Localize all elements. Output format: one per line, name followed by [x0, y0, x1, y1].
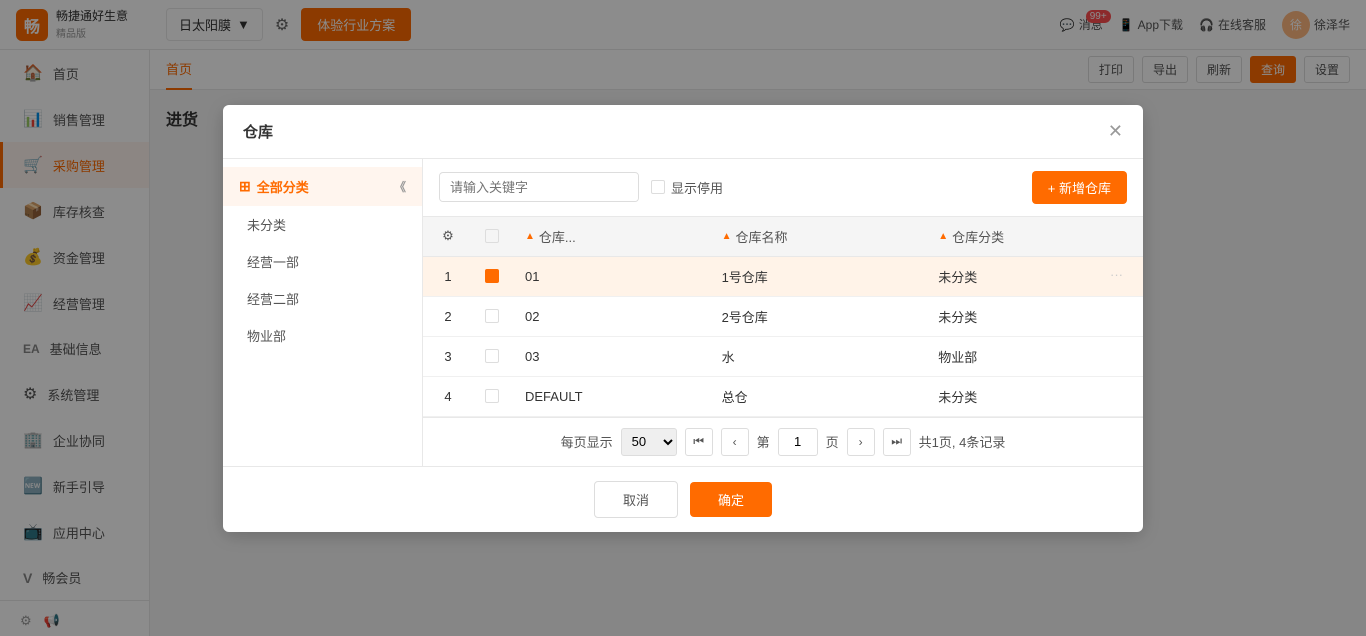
- total-info: 共1页, 4条记录: [919, 432, 1006, 451]
- modal-body: ⊞ 全部分类 《 未分类 经营一部 经营二部 物业部 🔍: [223, 159, 1143, 466]
- modal-footer: 取消 确定: [223, 466, 1143, 532]
- row-name: 水: [710, 336, 927, 376]
- row-code: 02: [513, 296, 710, 336]
- row-checkbox-cell[interactable]: [473, 256, 513, 296]
- sort-icon-cat: ▲: [938, 231, 948, 242]
- show-disabled-label: 显示停用: [671, 178, 723, 197]
- collapse-icon[interactable]: 《: [394, 178, 406, 195]
- modal-overlay: 仓库 ✕ ⊞ 全部分类 《 未分类 经营一部 经营二部 物业部: [0, 0, 1366, 636]
- th-code[interactable]: ▲ 仓库...: [513, 217, 710, 257]
- th-category[interactable]: ▲ 仓库分类: [926, 217, 1143, 257]
- close-icon[interactable]: ✕: [1108, 122, 1123, 140]
- row-code: 01: [513, 256, 710, 296]
- warehouse-table: ⚙ ▲ 仓库... ▲: [423, 217, 1143, 417]
- row-category: 未分类: [926, 376, 1143, 416]
- category-header-label: 全部分类: [257, 177, 309, 196]
- row-category: 物业部: [926, 336, 1143, 376]
- row-code: DEFAULT: [513, 376, 710, 416]
- pagination: 每页显示 50 20 100 ⏮ ‹ 第 页 › ⏭ 共1页, 4条记录: [423, 417, 1143, 466]
- confirm-button[interactable]: 确定: [690, 482, 772, 517]
- table-row[interactable]: 4 DEFAULT 总仓 未分类: [423, 376, 1143, 416]
- row-checkbox-cell[interactable]: [473, 336, 513, 376]
- search-box: 🔍: [439, 172, 639, 202]
- cat-item-property[interactable]: 物业部: [223, 317, 422, 354]
- row-checkbox[interactable]: [485, 389, 499, 403]
- row-checkbox[interactable]: [485, 349, 499, 363]
- category-header[interactable]: ⊞ 全部分类 《: [223, 167, 422, 206]
- row-checkbox-cell[interactable]: [473, 376, 513, 416]
- grid-icon: ⊞: [239, 178, 251, 195]
- cancel-button[interactable]: 取消: [594, 481, 678, 518]
- sort-icon: ▲: [525, 231, 535, 242]
- last-page-btn[interactable]: ⏭: [883, 428, 911, 456]
- search-input[interactable]: [440, 174, 636, 201]
- per-page-select[interactable]: 50 20 100: [621, 428, 677, 456]
- first-page-btn[interactable]: ⏮: [685, 428, 713, 456]
- sort-icon-name: ▲: [722, 231, 732, 242]
- row-category: 未分类: [926, 296, 1143, 336]
- row-code: 03: [513, 336, 710, 376]
- per-page-label: 每页显示: [561, 432, 613, 451]
- page-input[interactable]: [778, 428, 818, 456]
- row-actions-icon[interactable]: ···: [1110, 267, 1123, 282]
- search-button[interactable]: 🔍: [636, 173, 639, 201]
- row-name: 2号仓库: [710, 296, 927, 336]
- cat-item-uncategorized[interactable]: 未分类: [223, 206, 422, 243]
- show-disabled-toggle[interactable]: 显示停用: [651, 178, 723, 197]
- next-page-btn[interactable]: ›: [847, 428, 875, 456]
- row-name: 1号仓库: [710, 256, 927, 296]
- table-row[interactable]: 1 01 1号仓库 未分类···: [423, 256, 1143, 296]
- prev-page-btn[interactable]: ‹: [721, 428, 749, 456]
- row-num: 4: [423, 376, 473, 416]
- modal-title: 仓库: [243, 121, 273, 142]
- cat-item-ops2[interactable]: 经营二部: [223, 280, 422, 317]
- modal-main: 🔍 显示停用 + 新增仓库 ⚙: [423, 159, 1143, 466]
- row-num: 1: [423, 256, 473, 296]
- row-num: 2: [423, 296, 473, 336]
- page-label: 第: [757, 432, 770, 451]
- th-checkbox[interactable]: [473, 217, 513, 257]
- row-checkbox-cell[interactable]: [473, 296, 513, 336]
- table-row[interactable]: 2 02 2号仓库 未分类: [423, 296, 1143, 336]
- modal-toolbar: 🔍 显示停用 + 新增仓库: [423, 159, 1143, 217]
- row-name: 总仓: [710, 376, 927, 416]
- page-suffix: 页: [826, 432, 839, 451]
- cat-item-ops1[interactable]: 经营一部: [223, 243, 422, 280]
- add-warehouse-btn[interactable]: + 新增仓库: [1032, 171, 1127, 204]
- th-name[interactable]: ▲ 仓库名称: [710, 217, 927, 257]
- row-checkbox[interactable]: [485, 269, 499, 283]
- category-sidebar: ⊞ 全部分类 《 未分类 经营一部 经营二部 物业部: [223, 159, 423, 466]
- table-row[interactable]: 3 03 水 物业部: [423, 336, 1143, 376]
- modal-header: 仓库 ✕: [223, 105, 1143, 159]
- th-settings[interactable]: ⚙: [423, 217, 473, 257]
- table-header-row: ⚙ ▲ 仓库... ▲: [423, 217, 1143, 257]
- row-checkbox[interactable]: [485, 309, 499, 323]
- show-disabled-checkbox[interactable]: [651, 180, 665, 194]
- warehouse-modal: 仓库 ✕ ⊞ 全部分类 《 未分类 经营一部 经营二部 物业部: [223, 105, 1143, 532]
- row-category: 未分类···: [926, 256, 1143, 296]
- row-num: 3: [423, 336, 473, 376]
